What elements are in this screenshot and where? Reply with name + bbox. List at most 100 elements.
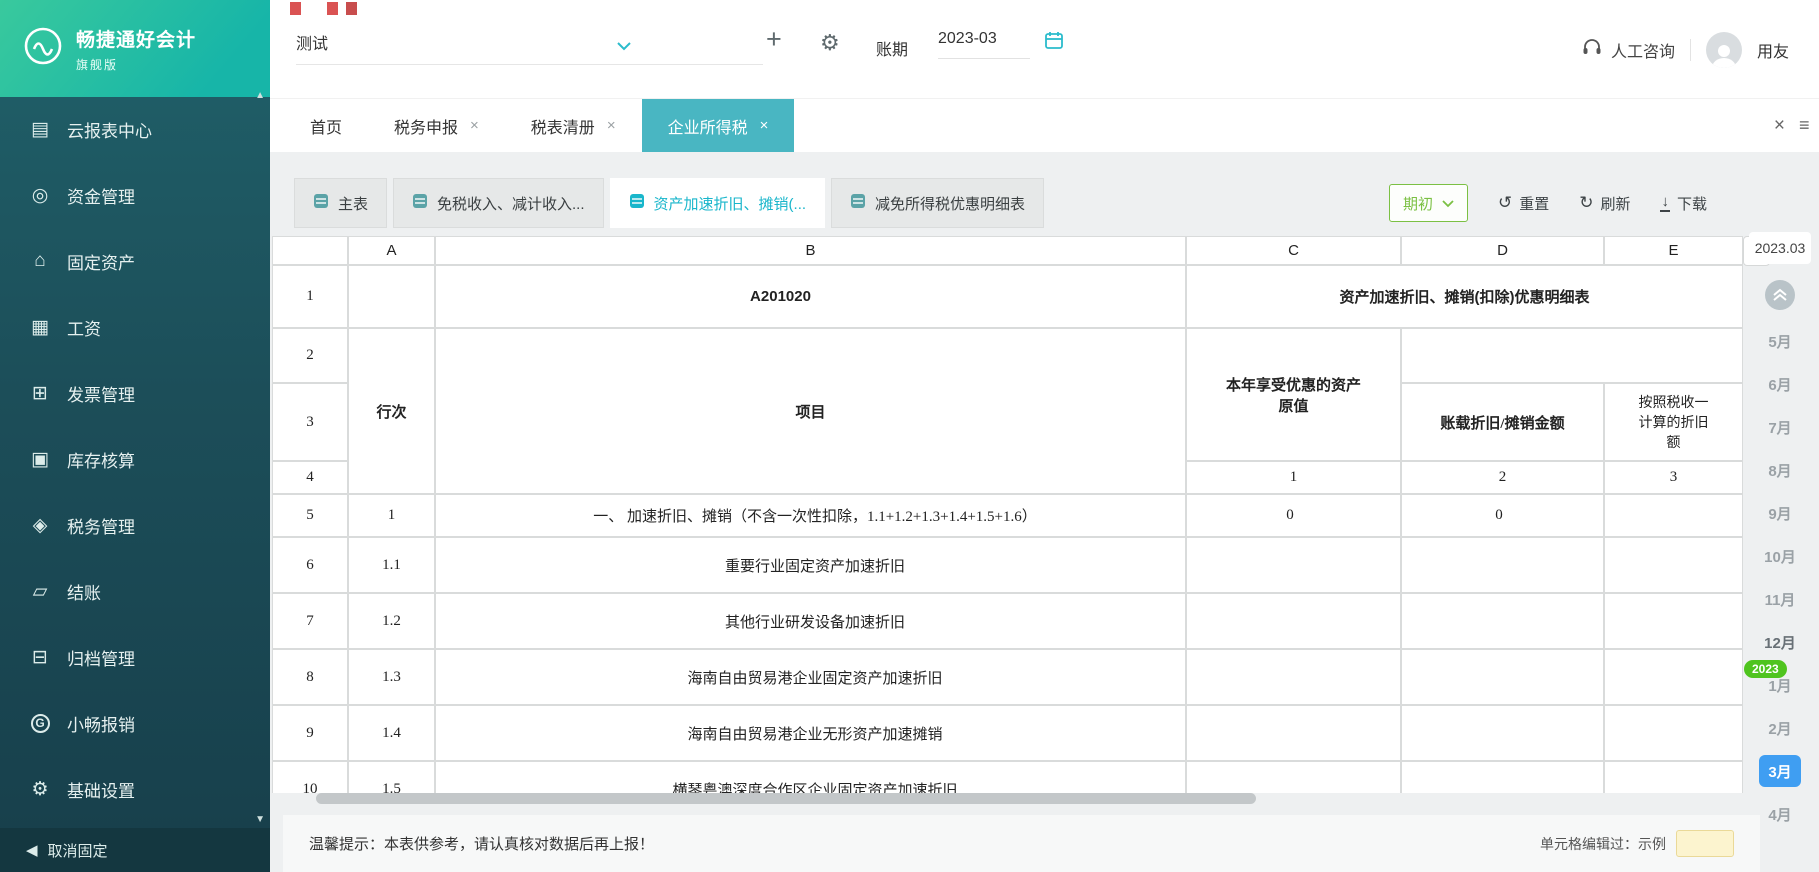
value-cell[interactable] (1604, 494, 1743, 537)
company-select[interactable]: 测试 (296, 30, 763, 65)
item-cell[interactable]: 一、 加速折旧、摊销（不含一次性扣除，1.1+1.2+1.3+1.4+1.5+1… (435, 494, 1186, 537)
username[interactable]: 用友 (1757, 38, 1789, 62)
row-number[interactable]: 3 (272, 383, 348, 461)
sidebar-item-settings[interactable]: ⚙ 基础设置 (0, 756, 270, 822)
value-cell[interactable] (1186, 761, 1401, 793)
row-number[interactable]: 9 (272, 705, 348, 761)
line-no-cell[interactable]: 1.4 (348, 705, 435, 761)
row-number[interactable]: 1 (272, 265, 348, 328)
value-cell[interactable] (1401, 705, 1604, 761)
month-item[interactable]: 10月 (1758, 535, 1802, 578)
sidebar-item-inventory[interactable]: ▣ 库存核算 (0, 426, 270, 492)
unpin-sidebar-button[interactable]: ◀ 取消固定 (0, 828, 270, 872)
brand-logo-block[interactable]: 畅捷通好会计 旗舰版 (0, 0, 270, 97)
line-no-cell[interactable]: 1 (348, 494, 435, 537)
sheet-title-cell[interactable]: 资产加速折旧、摊销(扣除)优惠明细表 (1186, 265, 1743, 328)
value-cell[interactable] (1186, 537, 1401, 593)
value-cell[interactable] (1401, 761, 1604, 793)
sidebar-item-archive[interactable]: ⊟ 归档管理 (0, 624, 270, 690)
column-header-a[interactable]: A (348, 236, 435, 265)
sheet-corner-cell[interactable] (272, 236, 348, 265)
column-header-d[interactable]: D (1401, 236, 1604, 265)
row-number[interactable]: 8 (272, 649, 348, 705)
tab-list-icon[interactable]: ≡ (1799, 115, 1813, 136)
tab-tax-register[interactable]: 税表清册 × (505, 99, 642, 152)
column-header-e[interactable]: E (1604, 236, 1743, 265)
sidebar-item-invoices[interactable]: ⊞ 发票管理 (0, 360, 270, 426)
avatar[interactable] (1705, 31, 1742, 68)
add-account-button[interactable]: + (766, 24, 782, 55)
item-cell[interactable]: 重要行业固定资产加速折旧 (435, 537, 1186, 593)
consult-button[interactable]: 人工咨询 (1581, 36, 1675, 63)
month-item[interactable]: 4月 (1758, 793, 1802, 836)
subtab-main-table[interactable]: 主表 (294, 178, 388, 228)
month-item-active[interactable]: 3月 (1759, 755, 1801, 787)
item-cell[interactable]: 海南自由贸易港企业无形资产加速摊销 (435, 705, 1186, 761)
row-number[interactable]: 6 (272, 537, 348, 593)
value-cell[interactable]: 0 (1401, 494, 1604, 537)
line-no-cell[interactable]: 1.1 (348, 537, 435, 593)
horizontal-scrollbar[interactable] (316, 793, 1256, 804)
refresh-button[interactable]: ↻ 刷新 (1579, 193, 1630, 214)
value-cell[interactable] (1186, 649, 1401, 705)
sidebar-item-cloud-reports[interactable]: ▤ 云报表中心 (0, 96, 270, 162)
line-no-cell[interactable]: 1.3 (348, 649, 435, 705)
close-icon[interactable]: × (760, 117, 769, 134)
sidebar-item-tax[interactable]: ◈ 税务管理 (0, 492, 270, 558)
sidebar-item-closing[interactable]: ▱ 结账 (0, 558, 270, 624)
month-item[interactable]: 11月 (1758, 578, 1802, 621)
tab-corporate-income-tax[interactable]: 企业所得税 × (641, 99, 795, 152)
reset-button[interactable]: ↺ 重置 (1498, 193, 1549, 214)
sidebar-item-funds[interactable]: ◎ 资金管理 (0, 162, 270, 228)
value-cell[interactable] (1401, 593, 1604, 649)
month-item[interactable]: 5月 (1758, 320, 1802, 363)
rail-period-value[interactable]: 2023.03 (1748, 232, 1812, 264)
value-cell[interactable] (1401, 537, 1604, 593)
row-number[interactable]: 10 (272, 761, 348, 793)
close-icon[interactable]: × (470, 117, 479, 134)
item-cell[interactable]: 横琴粤澳深度合作区企业固定资产加速折旧 (435, 761, 1186, 793)
month-item[interactable]: 7月 (1758, 406, 1802, 449)
row-number[interactable]: 4 (272, 461, 348, 494)
value-cell[interactable] (1186, 705, 1401, 761)
tab-home[interactable]: 首页 (284, 99, 368, 152)
value-cell[interactable]: 0 (1186, 494, 1401, 537)
gear-icon[interactable]: ⚙ (820, 30, 840, 56)
close-all-tabs-button[interactable]: × (1774, 115, 1785, 137)
calendar-icon[interactable] (1044, 30, 1064, 55)
sidebar-item-reimburse[interactable]: G 小畅报销 (0, 690, 270, 756)
value-cell[interactable] (1401, 649, 1604, 705)
value-cell[interactable] (1604, 761, 1743, 793)
month-item[interactable]: 8月 (1758, 449, 1802, 492)
value-cell[interactable] (1604, 705, 1743, 761)
row-number[interactable]: 7 (272, 593, 348, 649)
empty-cell[interactable] (348, 265, 435, 328)
line-no-cell[interactable]: 1.5 (348, 761, 435, 793)
subtab-tax-free-income[interactable]: 免税收入、减计收入... (393, 178, 604, 228)
sidebar-item-salary[interactable]: ▦ 工资 (0, 294, 270, 360)
line-no-cell[interactable]: 1.2 (348, 593, 435, 649)
month-item[interactable]: 12月 (1758, 621, 1802, 664)
period-filter-dropdown[interactable]: 期初 (1388, 184, 1468, 222)
row-number[interactable]: 2 (272, 328, 348, 383)
tab-tax-declare[interactable]: 税务申报 × (368, 99, 505, 152)
value-cell[interactable] (1604, 649, 1743, 705)
sidebar-item-fixed-assets[interactable]: ⌂ 固定资产 (0, 228, 270, 294)
month-item[interactable]: 6月 (1758, 363, 1802, 406)
close-icon[interactable]: × (607, 117, 616, 134)
month-item[interactable]: 2月 (1758, 707, 1802, 750)
period-value[interactable]: 2023-03 (938, 30, 1030, 59)
row-number[interactable]: 5 (272, 494, 348, 537)
sidebar-scroll-down-icon[interactable]: ▼ (255, 814, 265, 825)
column-header-b[interactable]: B (435, 236, 1186, 265)
value-cell[interactable] (1604, 593, 1743, 649)
collapse-up-icon[interactable] (1765, 280, 1795, 310)
item-cell[interactable]: 海南自由贸易港企业固定资产加速折旧 (435, 649, 1186, 705)
subtab-accelerated-depreciation[interactable]: 资产加速折旧、摊销(... (609, 178, 826, 228)
form-code-cell[interactable]: A201020 (435, 265, 1186, 328)
item-cell[interactable]: 其他行业研发设备加速折旧 (435, 593, 1186, 649)
month-item[interactable]: 9月 (1758, 492, 1802, 535)
value-cell[interactable] (1604, 537, 1743, 593)
value-cell[interactable] (1186, 593, 1401, 649)
subtab-tax-reduction-detail[interactable]: 减免所得税优惠明细表 (831, 178, 1045, 228)
